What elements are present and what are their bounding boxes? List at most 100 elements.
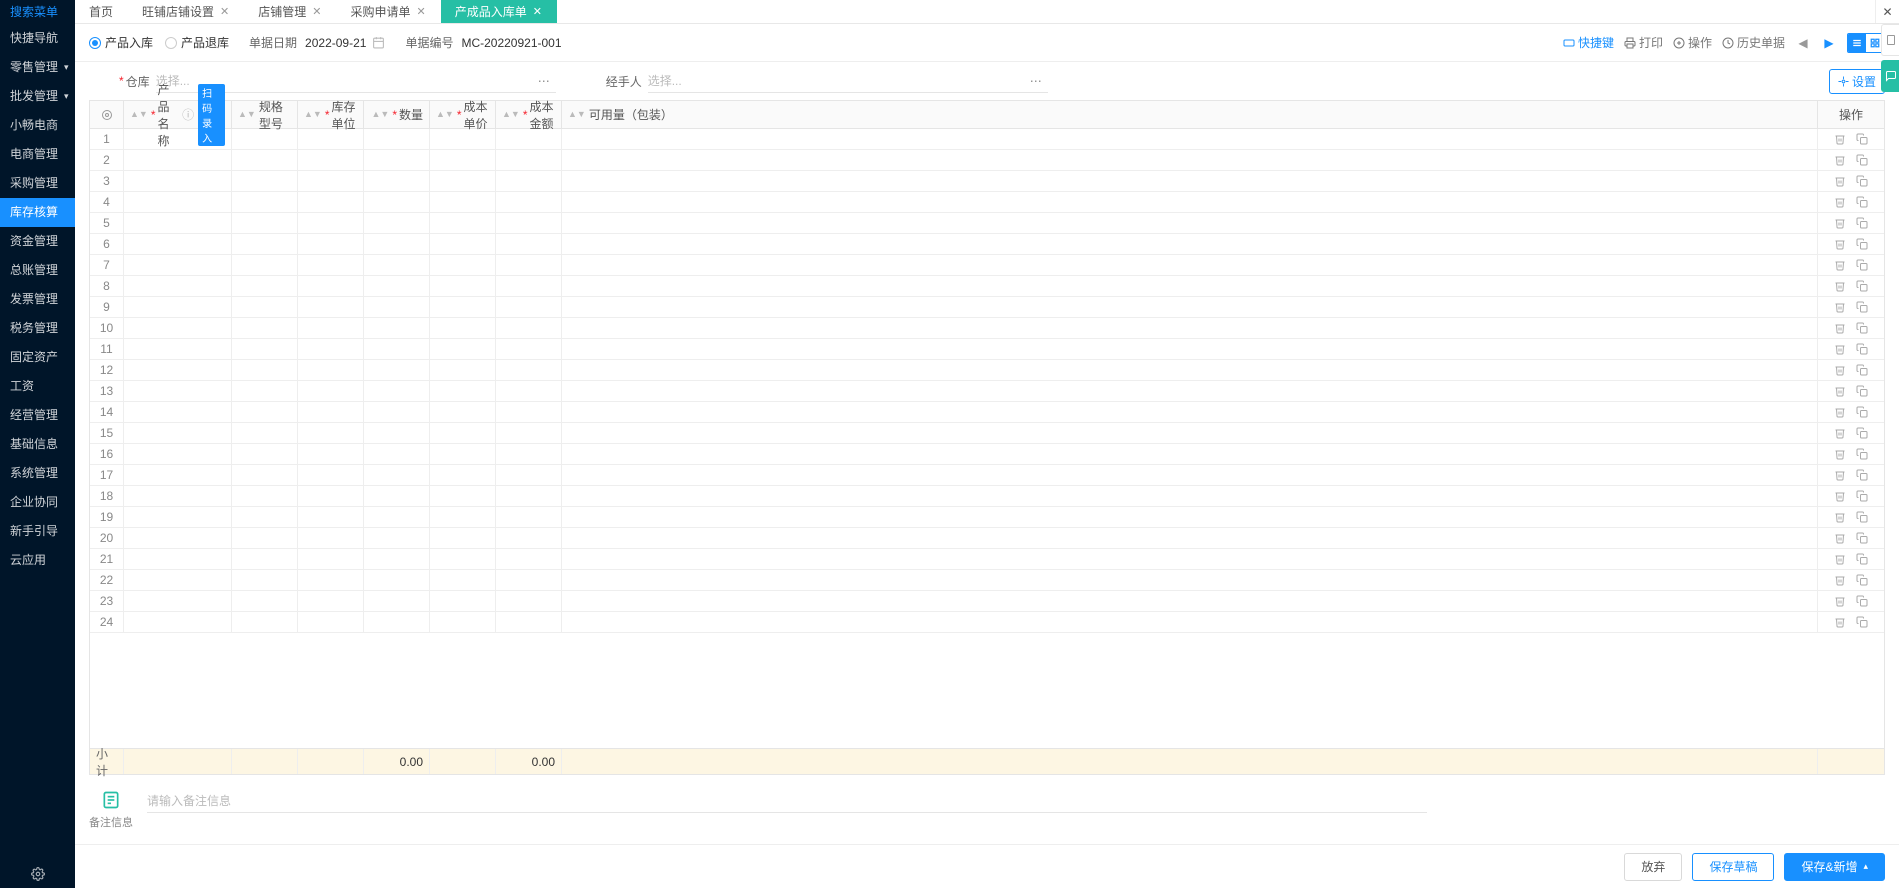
sidebar-item-15[interactable]: 系统管理 — [0, 459, 75, 488]
cell-qty[interactable] — [364, 213, 430, 233]
cell-qty[interactable] — [364, 255, 430, 275]
sidebar-item-4[interactable]: 电商管理 — [0, 140, 75, 169]
tab-4[interactable]: 产成品入库单✕ — [441, 0, 557, 23]
cell-product[interactable] — [124, 255, 232, 275]
cell-available[interactable] — [562, 339, 1818, 359]
cell-product[interactable] — [124, 297, 232, 317]
cell-cost[interactable] — [430, 150, 496, 170]
cell-cost[interactable] — [430, 339, 496, 359]
grid-body[interactable]: 123456789101112131415161718192021222324 — [90, 129, 1884, 748]
tab-3[interactable]: 采购申请单✕ — [336, 0, 440, 23]
table-row[interactable]: 15 — [90, 423, 1884, 444]
table-row[interactable]: 24 — [90, 612, 1884, 633]
cell-spec[interactable] — [232, 318, 298, 338]
cell-amount[interactable] — [496, 276, 562, 296]
cell-cost[interactable] — [430, 381, 496, 401]
cell-spec[interactable] — [232, 339, 298, 359]
header-cost[interactable]: ▲▼ * 成本单价 — [430, 101, 496, 128]
cell-amount[interactable] — [496, 444, 562, 464]
cell-unit[interactable] — [298, 612, 364, 632]
cell-spec[interactable] — [232, 612, 298, 632]
cell-cost[interactable] — [430, 444, 496, 464]
cell-available[interactable] — [562, 381, 1818, 401]
cell-qty[interactable] — [364, 192, 430, 212]
cell-cost[interactable] — [430, 612, 496, 632]
sidebar-item-10[interactable]: 税务管理 — [0, 314, 75, 343]
cell-amount[interactable] — [496, 591, 562, 611]
cell-amount[interactable] — [496, 297, 562, 317]
copy-icon[interactable] — [1856, 616, 1868, 628]
cell-available[interactable] — [562, 486, 1818, 506]
table-row[interactable]: 12 — [90, 360, 1884, 381]
copy-icon[interactable] — [1856, 406, 1868, 418]
cell-product[interactable] — [124, 486, 232, 506]
sidebar-item-13[interactable]: 经营管理 — [0, 401, 75, 430]
table-row[interactable]: 17 — [90, 465, 1884, 486]
delete-icon[interactable] — [1834, 217, 1846, 229]
cell-product[interactable] — [124, 360, 232, 380]
cell-spec[interactable] — [232, 276, 298, 296]
tabs-close-all[interactable]: ✕ — [1875, 0, 1899, 23]
cell-unit[interactable] — [298, 465, 364, 485]
sidebar-item-17[interactable]: 新手引导 — [0, 517, 75, 546]
table-row[interactable]: 9 — [90, 297, 1884, 318]
cell-amount[interactable] — [496, 192, 562, 212]
copy-icon[interactable] — [1856, 259, 1868, 271]
cell-product[interactable] — [124, 234, 232, 254]
cell-product[interactable] — [124, 612, 232, 632]
cell-qty[interactable] — [364, 234, 430, 254]
cell-unit[interactable] — [298, 297, 364, 317]
copy-icon[interactable] — [1856, 196, 1868, 208]
cell-amount[interactable] — [496, 423, 562, 443]
delete-icon[interactable] — [1834, 406, 1846, 418]
copy-icon[interactable] — [1856, 280, 1868, 292]
cell-qty[interactable] — [364, 486, 430, 506]
header-index[interactable] — [90, 101, 124, 128]
delete-icon[interactable] — [1834, 238, 1846, 250]
cell-spec[interactable] — [232, 192, 298, 212]
radio-product-return[interactable]: 产品退库 — [165, 34, 229, 51]
cell-available[interactable] — [562, 150, 1818, 170]
table-row[interactable]: 10 — [90, 318, 1884, 339]
cell-amount[interactable] — [496, 612, 562, 632]
cell-amount[interactable] — [496, 507, 562, 527]
cell-qty[interactable] — [364, 591, 430, 611]
delete-icon[interactable] — [1834, 133, 1846, 145]
delete-icon[interactable] — [1834, 616, 1846, 628]
delete-icon[interactable] — [1834, 301, 1846, 313]
delete-icon[interactable] — [1834, 322, 1846, 334]
copy-icon[interactable] — [1856, 238, 1868, 250]
cell-spec[interactable] — [232, 423, 298, 443]
table-row[interactable]: 6 — [90, 234, 1884, 255]
header-unit[interactable]: ▲▼ * 库存单位 — [298, 101, 364, 128]
discard-button[interactable]: 放弃 — [1624, 853, 1682, 881]
cell-cost[interactable] — [430, 423, 496, 443]
header-spec[interactable]: ▲▼ 规格型号 — [232, 101, 298, 128]
operations-button[interactable]: 操作 — [1673, 34, 1712, 51]
cell-qty[interactable] — [364, 297, 430, 317]
table-row[interactable]: 13 — [90, 381, 1884, 402]
cell-product[interactable] — [124, 213, 232, 233]
cell-unit[interactable] — [298, 591, 364, 611]
header-qty[interactable]: ▲▼ * 数量 — [364, 101, 430, 128]
history-prev-icon[interactable]: ◀ — [1795, 36, 1811, 50]
sidebar-item-11[interactable]: 固定资产 — [0, 343, 75, 372]
table-row[interactable]: 11 — [90, 339, 1884, 360]
cell-unit[interactable] — [298, 570, 364, 590]
cell-available[interactable] — [562, 213, 1818, 233]
cell-amount[interactable] — [496, 360, 562, 380]
cell-unit[interactable] — [298, 213, 364, 233]
sidebar-item-1[interactable]: 零售管理▾ — [0, 53, 75, 82]
copy-icon[interactable] — [1856, 574, 1868, 586]
cell-spec[interactable] — [232, 381, 298, 401]
sidebar-item-5[interactable]: 采购管理 — [0, 169, 75, 198]
cell-unit[interactable] — [298, 381, 364, 401]
cell-product[interactable] — [124, 192, 232, 212]
cell-spec[interactable] — [232, 528, 298, 548]
rail-item-2[interactable] — [1881, 60, 1899, 92]
copy-icon[interactable] — [1856, 343, 1868, 355]
cell-product[interactable] — [124, 339, 232, 359]
cell-spec[interactable] — [232, 402, 298, 422]
table-row[interactable]: 22 — [90, 570, 1884, 591]
cell-product[interactable] — [124, 465, 232, 485]
